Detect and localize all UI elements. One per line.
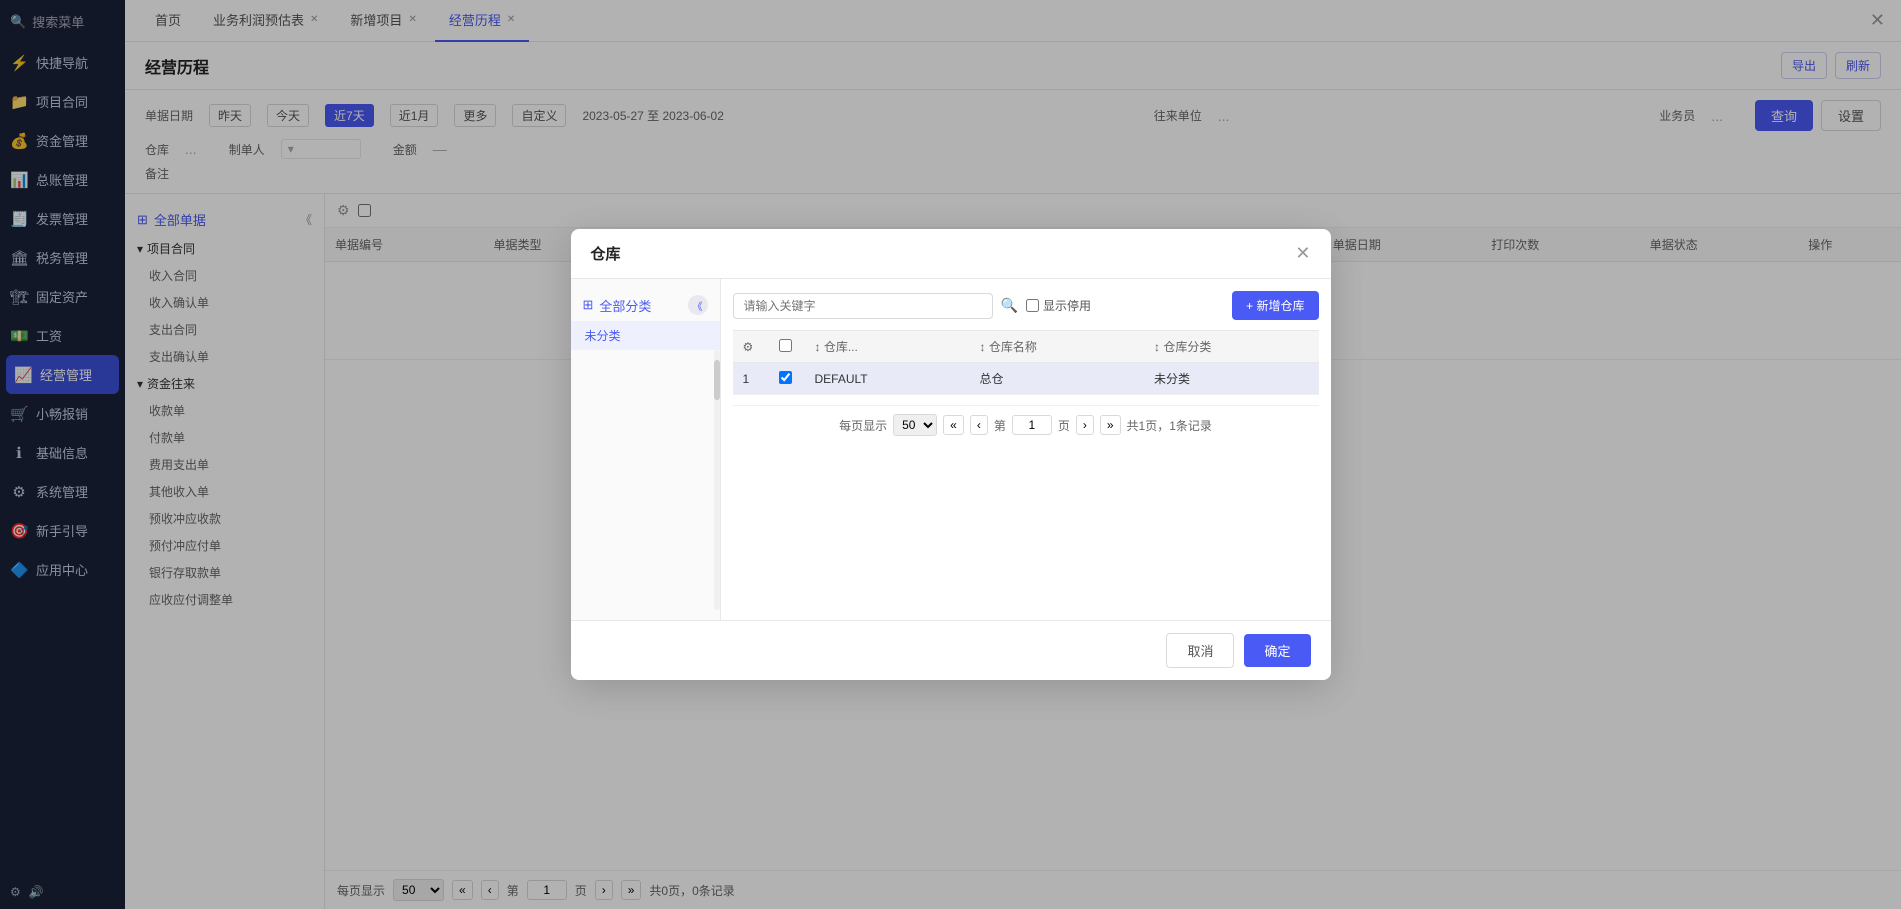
- cell-row-settings[interactable]: 1: [733, 363, 769, 395]
- warehouse-page-size[interactable]: 50: [893, 414, 937, 436]
- category-item-uncategorized[interactable]: 未分类: [571, 321, 720, 350]
- modal-header: 仓库 ✕: [571, 229, 1331, 279]
- warehouse-prev-page[interactable]: ‹: [970, 415, 988, 435]
- category-header[interactable]: ⊞ 全部分类 《: [571, 289, 720, 321]
- cell-row-checkbox[interactable]: [769, 363, 805, 395]
- col-checkbox: [769, 331, 805, 363]
- warehouse-pagination: 每页显示 50 « ‹ 第 页 › » 共1页，1条记录: [733, 405, 1319, 444]
- cell-row-category: 未分类: [1144, 363, 1319, 395]
- select-all-warehouse[interactable]: [779, 339, 792, 352]
- cancel-button[interactable]: 取消: [1166, 633, 1234, 668]
- warehouse-table: ⚙ ↕ 仓库... ↕ 仓库名称 ↕ 仓库分类: [733, 330, 1319, 395]
- col-warehouse-name: ↕ 仓库名称: [969, 331, 1144, 363]
- col-warehouse-category: ↕ 仓库分类: [1144, 331, 1319, 363]
- warehouse-last-page[interactable]: »: [1100, 415, 1121, 435]
- warehouse-page-input[interactable]: [1012, 415, 1052, 435]
- warehouse-search-icon[interactable]: 🔍: [1001, 297, 1018, 314]
- col-settings: ⚙: [733, 331, 769, 363]
- row-checkbox[interactable]: [779, 371, 792, 384]
- grid-icon-modal: ⊞: [583, 297, 594, 313]
- modal-overlay: 仓库 ✕ ⊞ 全部分类 《 未分类: [0, 0, 1901, 909]
- category-collapse-btn[interactable]: 《: [688, 295, 708, 315]
- col-warehouse-code: ↕ 仓库...: [805, 331, 970, 363]
- cell-row-code: DEFAULT: [805, 363, 970, 395]
- table-row[interactable]: 1 DEFAULT 总仓 未分类: [733, 363, 1319, 395]
- warehouse-total-info: 共1页，1条记录: [1127, 417, 1212, 434]
- add-warehouse-button[interactable]: + 新增仓库: [1232, 291, 1318, 320]
- confirm-button[interactable]: 确定: [1244, 634, 1310, 667]
- warehouse-panel: 🔍 显示停用 + 新增仓库 ⚙ ↕ 仓库...: [721, 279, 1331, 620]
- warehouse-next-page[interactable]: ›: [1076, 415, 1094, 435]
- warehouse-search-input[interactable]: [733, 293, 993, 319]
- modal-footer: 取消 确定: [571, 620, 1331, 680]
- warehouse-first-page[interactable]: «: [943, 415, 964, 435]
- category-panel: ⊞ 全部分类 《 未分类: [571, 279, 721, 620]
- warehouse-modal: 仓库 ✕ ⊞ 全部分类 《 未分类: [571, 229, 1331, 680]
- warehouse-toolbar: 🔍 显示停用 + 新增仓库: [733, 291, 1319, 320]
- category-scrollbar-thumb[interactable]: [714, 360, 720, 400]
- modal-title: 仓库: [591, 243, 621, 264]
- show-disabled-label[interactable]: 显示停用: [1026, 297, 1091, 314]
- modal-body: ⊞ 全部分类 《 未分类 🔍: [571, 279, 1331, 620]
- modal-close-btn[interactable]: ✕: [1295, 243, 1310, 264]
- category-scrollbar-track: [714, 350, 720, 610]
- show-disabled-checkbox[interactable]: [1026, 299, 1039, 312]
- cell-row-name: 总仓: [969, 363, 1144, 395]
